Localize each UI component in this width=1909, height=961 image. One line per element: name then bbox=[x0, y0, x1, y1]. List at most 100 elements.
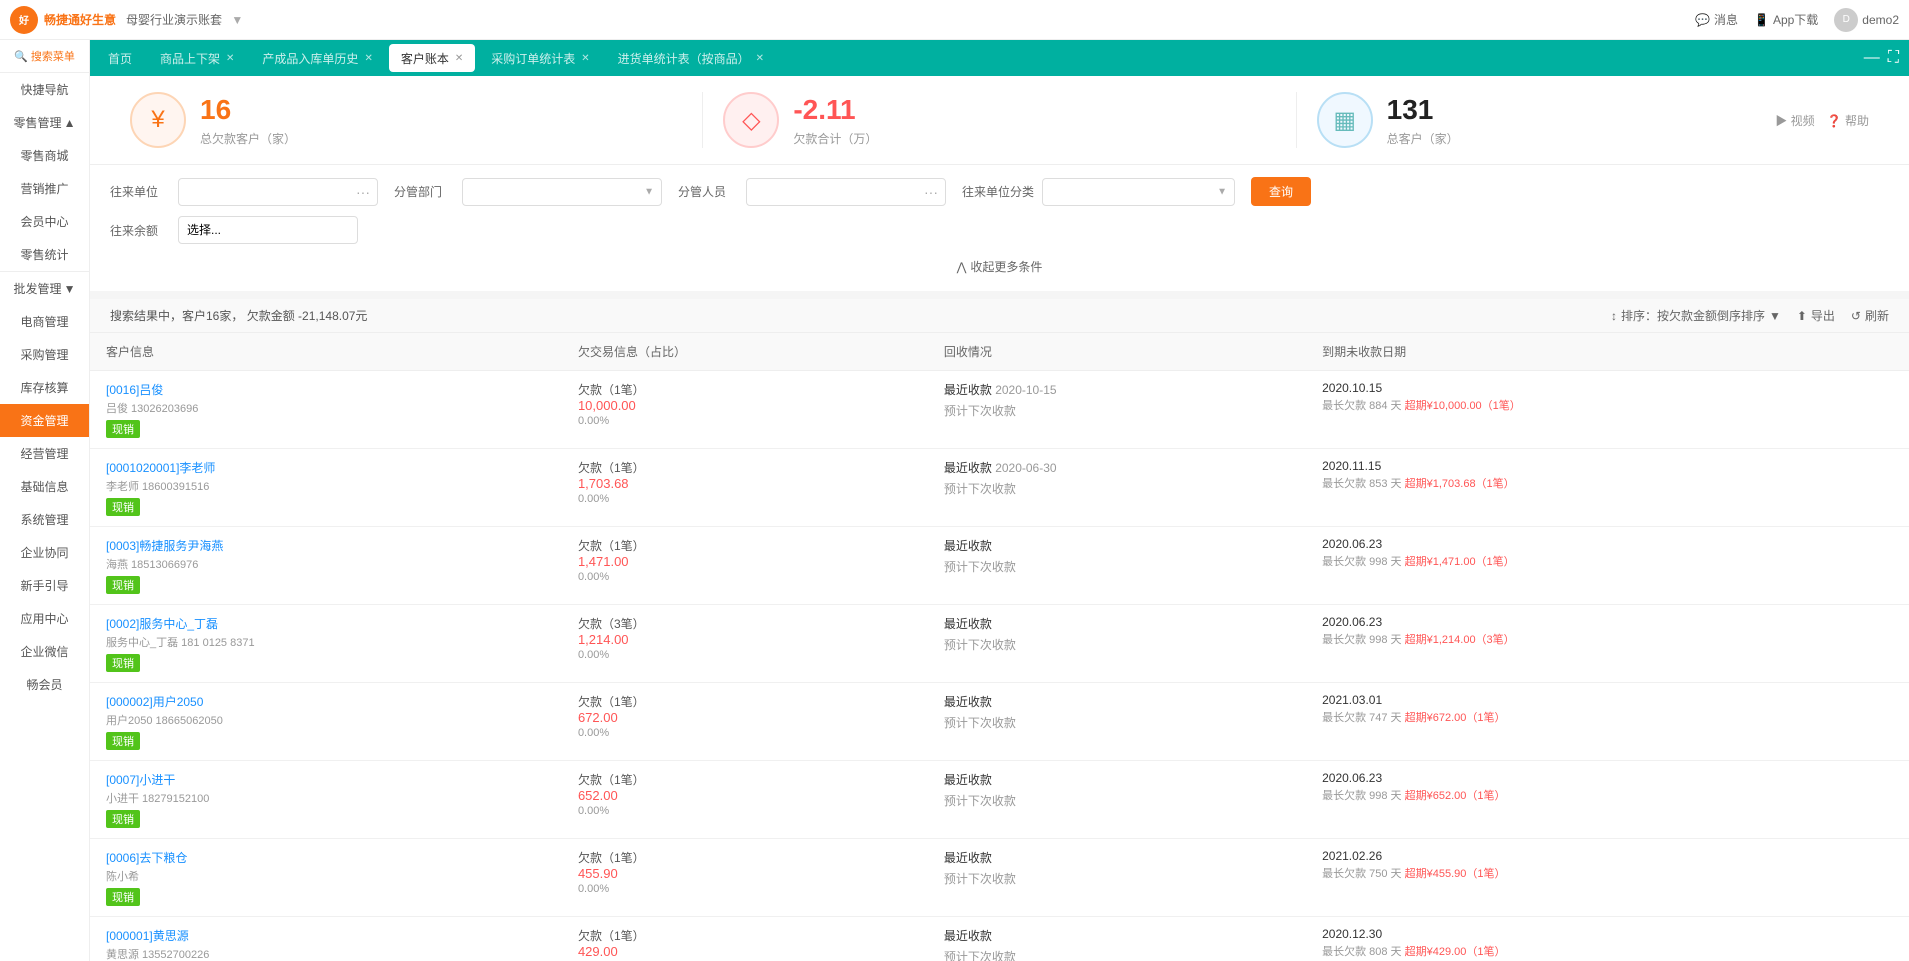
customer-name-4[interactable]: [000002]用户2050 bbox=[106, 695, 203, 709]
cell-debt-2: 欠款（1笔） 1,471.00 0.00% bbox=[562, 527, 928, 605]
filter-source-unit-wrap: ··· bbox=[178, 178, 378, 206]
customer-name-3[interactable]: [0002]服务中心_丁磊 bbox=[106, 617, 218, 631]
customer-tag-4: 现销 bbox=[106, 732, 140, 750]
user-avatar[interactable]: D demo2 bbox=[1834, 8, 1899, 32]
filter-unit-category-label: 往来单位分类 bbox=[962, 183, 1034, 200]
debt-ratio-0: 0.00% bbox=[578, 415, 912, 427]
sort-control[interactable]: ↕ 排序：按欠款金额倒序排序 ▼ bbox=[1611, 307, 1781, 324]
sidebar-item-retail-store[interactable]: 零售商城 bbox=[0, 139, 89, 172]
source-unit-dots-icon[interactable]: ··· bbox=[356, 184, 370, 200]
cell-customer-0: [0016]吕俊 吕俊 13026203696 现销 bbox=[90, 371, 562, 449]
sidebar-item-enterprise[interactable]: 企业协同 bbox=[0, 536, 89, 569]
filter-person-label: 分管人员 bbox=[678, 183, 738, 200]
sidebar-item-retail-mgmt[interactable]: 零售管理 ▲ bbox=[0, 106, 89, 139]
overdue-amount-6[interactable]: 超期¥455.90（1笔） bbox=[1405, 868, 1506, 880]
tab-customer-account[interactable]: 客户账本 ✕ bbox=[389, 44, 475, 72]
due-date-1: 2020.11.15 bbox=[1322, 459, 1893, 473]
customer-tag-5: 现销 bbox=[106, 810, 140, 828]
cell-debt-0: 欠款（1笔） 10,000.00 0.00% bbox=[562, 371, 928, 449]
sidebar-item-basic[interactable]: 基础信息 bbox=[0, 470, 89, 503]
tab-purchase-stat[interactable]: 进货单统计表（按商品） ✕ bbox=[606, 44, 776, 72]
filter-person: 分管人员 ··· bbox=[678, 178, 946, 206]
sidebar-search[interactable]: 🔍 搜索菜单 bbox=[0, 40, 89, 73]
system-name: 母婴行业演示账套 ▼ bbox=[126, 11, 243, 28]
overdue-amount-7[interactable]: 超期¥429.00（1笔） bbox=[1405, 946, 1506, 958]
sidebar-item-marketing[interactable]: 营销推广 bbox=[0, 172, 89, 205]
collapse-btn[interactable]: ⋀ 收起更多条件 bbox=[110, 254, 1889, 279]
sidebar-item-newbie[interactable]: 新手引导 bbox=[0, 569, 89, 602]
tab-minimize-btn[interactable]: — bbox=[1864, 49, 1880, 67]
tab-purchase-order[interactable]: 采购订单统计表 ✕ bbox=[479, 44, 601, 72]
overdue-amount-2[interactable]: 超期¥1,471.00（1笔） bbox=[1405, 556, 1515, 568]
debt-count-5: 欠款（1笔） bbox=[578, 771, 912, 788]
sidebar-item-quick-nav[interactable]: 快捷导航 bbox=[0, 73, 89, 106]
customer-sub-0: 吕俊 13026203696 bbox=[106, 400, 546, 416]
card-body-1: 16 总欠款客户（家） bbox=[200, 94, 296, 147]
unit-category-input[interactable] bbox=[1042, 178, 1235, 206]
help-btn[interactable]: ❓ 帮助 bbox=[1827, 112, 1869, 129]
overdue-days-6: 最长欠款 750 天 超期¥455.90（1笔） bbox=[1322, 865, 1893, 881]
refresh-btn[interactable]: ↺ 刷新 bbox=[1851, 307, 1889, 324]
tab-close-production-history[interactable]: ✕ bbox=[364, 53, 372, 64]
tab-close-purchase-stat[interactable]: ✕ bbox=[756, 53, 764, 64]
message-btn[interactable]: 💬 消息 bbox=[1695, 11, 1738, 28]
video-btn[interactable]: ▶ 视频 bbox=[1775, 112, 1814, 129]
sidebar-item-operation[interactable]: 经营管理 bbox=[0, 437, 89, 470]
tab-maximize-btn[interactable]: ⛶ bbox=[1888, 49, 1899, 67]
next-payment-7: 预计下次收款 bbox=[944, 948, 1290, 961]
overdue-amount-5[interactable]: 超期¥652.00（1笔） bbox=[1405, 790, 1506, 802]
app-download-btn[interactable]: 📱 App下载 bbox=[1754, 11, 1818, 28]
debt-ratio-1: 0.00% bbox=[578, 493, 912, 505]
sidebar-item-ecommerce[interactable]: 电商管理 bbox=[0, 305, 89, 338]
overdue-amount-3[interactable]: 超期¥1,214.00（3笔） bbox=[1405, 634, 1515, 646]
due-date-0: 2020.10.15 bbox=[1322, 381, 1893, 395]
dept-arrow-icon[interactable]: ▼ bbox=[644, 186, 654, 197]
next-payment-4: 预计下次收款 bbox=[944, 714, 1290, 731]
due-date-3: 2020.06.23 bbox=[1322, 615, 1893, 629]
table-row: [000001]黄思源 黄思源 13552700226 现销 欠款（1笔） 42… bbox=[90, 917, 1909, 961]
sidebar-item-purchase[interactable]: 采购管理 bbox=[0, 338, 89, 371]
overdue-days-2: 最长欠款 998 天 超期¥1,471.00（1笔） bbox=[1322, 553, 1893, 569]
sidebar-item-wechat[interactable]: 企业微信 bbox=[0, 635, 89, 668]
next-payment-5: 预计下次收款 bbox=[944, 792, 1290, 809]
cell-due-4: 2021.03.01 最长欠款 747 天 超期¥672.00（1笔） bbox=[1306, 683, 1909, 761]
customer-name-2[interactable]: [0003]畅捷服务尹海燕 bbox=[106, 539, 223, 553]
export-btn[interactable]: ⬆ 导出 bbox=[1797, 307, 1835, 324]
tab-close-customer-account[interactable]: ✕ bbox=[455, 53, 463, 64]
customer-name-0[interactable]: [0016]吕俊 bbox=[106, 383, 163, 397]
person-input[interactable] bbox=[746, 178, 946, 206]
sidebar-item-member[interactable]: 会员中心 bbox=[0, 205, 89, 238]
tab-home[interactable]: 首页 bbox=[96, 44, 144, 72]
table-header-row: 客户信息 欠交易信息（占比） 回收情况 到期未收款日期 bbox=[90, 333, 1909, 371]
debt-amount-0: 10,000.00 bbox=[578, 398, 912, 413]
overdue-amount-4[interactable]: 超期¥672.00（1笔） bbox=[1405, 712, 1506, 724]
unit-category-arrow-icon[interactable]: ▼ bbox=[1217, 186, 1227, 197]
debt-ratio-5: 0.00% bbox=[578, 805, 912, 817]
customer-name-5[interactable]: [0007]小进干 bbox=[106, 773, 175, 787]
sidebar-item-member2[interactable]: 畅会员 bbox=[0, 668, 89, 701]
customer-name-1[interactable]: [0001020001]李老师 bbox=[106, 461, 215, 475]
next-payment-3: 预计下次收款 bbox=[944, 636, 1290, 653]
search-button[interactable]: 查询 bbox=[1251, 177, 1311, 206]
sidebar-item-inventory[interactable]: 库存核算 bbox=[0, 371, 89, 404]
balance-select[interactable]: 选择... bbox=[178, 216, 358, 244]
overdue-amount-1[interactable]: 超期¥1,703.68（1笔） bbox=[1405, 478, 1515, 490]
cell-due-0: 2020.10.15 最长欠款 884 天 超期¥10,000.00（1笔） bbox=[1306, 371, 1909, 449]
tab-close-purchase-order[interactable]: ✕ bbox=[581, 53, 589, 64]
last-payment-label-2: 最近收款 bbox=[944, 539, 992, 553]
dept-input[interactable] bbox=[462, 178, 662, 206]
overdue-amount-0[interactable]: 超期¥10,000.00（1笔） bbox=[1405, 400, 1521, 412]
tab-close-product-offshelf[interactable]: ✕ bbox=[226, 53, 234, 64]
sidebar-item-system[interactable]: 系统管理 bbox=[0, 503, 89, 536]
sidebar-item-apps[interactable]: 应用中心 bbox=[0, 602, 89, 635]
person-dots-icon[interactable]: ··· bbox=[924, 184, 938, 200]
sidebar-item-wholesale[interactable]: 批发管理 ▼ bbox=[0, 271, 89, 305]
tab-product-offshelf[interactable]: 商品上下架 ✕ bbox=[148, 44, 246, 72]
source-unit-input[interactable] bbox=[178, 178, 378, 206]
sidebar-item-retail-stat[interactable]: 零售统计 bbox=[0, 238, 89, 271]
customer-name-7[interactable]: [000001]黄思源 bbox=[106, 929, 189, 943]
customer-name-6[interactable]: [0006]去下粮仓 bbox=[106, 851, 187, 865]
tab-production-history[interactable]: 产成品入库单历史 ✕ bbox=[250, 44, 384, 72]
sidebar-item-finance[interactable]: 资金管理 bbox=[0, 404, 89, 437]
col-customer-info: 客户信息 bbox=[90, 333, 562, 371]
